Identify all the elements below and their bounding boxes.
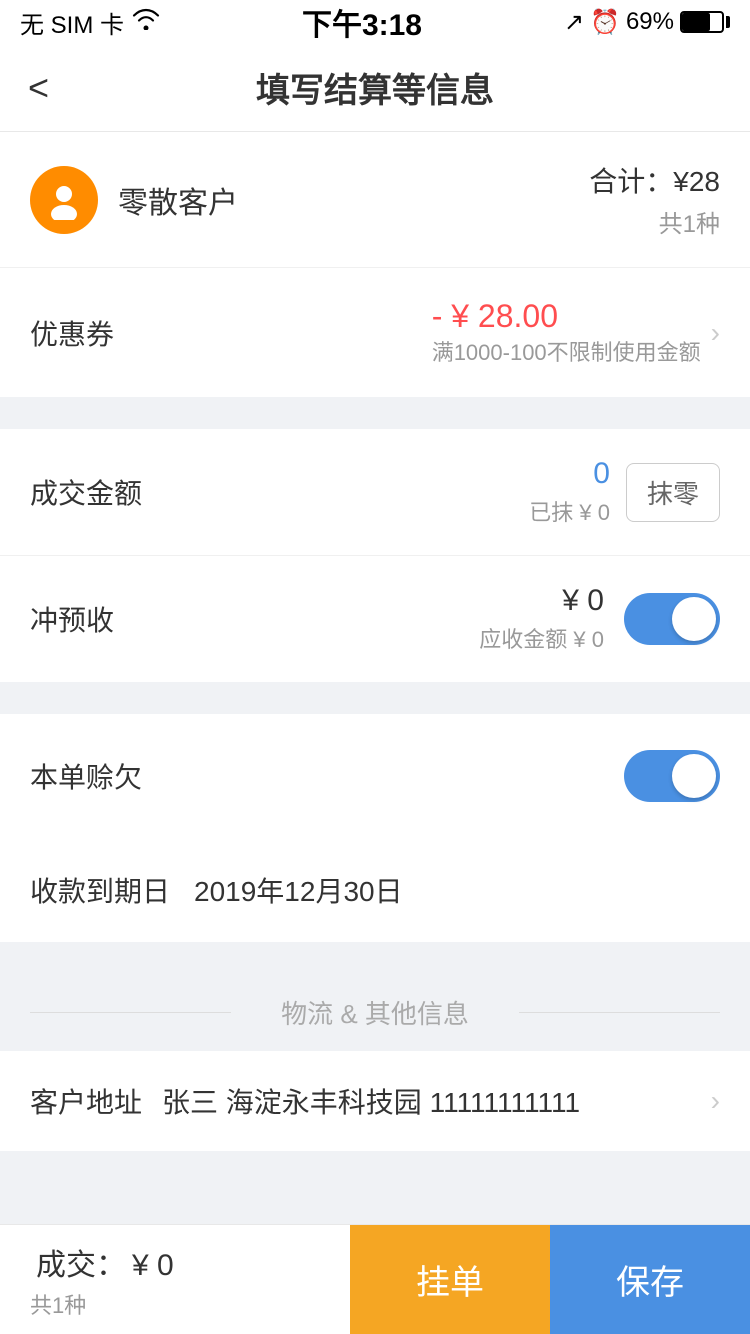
- status-time: 下午3:18: [302, 0, 422, 44]
- coupon-right: - ¥ 28.00 满1000-100不限制使用金额 ›: [432, 298, 720, 367]
- logistics-section-header: 物流 & 其他信息: [0, 974, 750, 1051]
- deal-amount-value: 0: [529, 457, 610, 491]
- customer-row: 零散客户 合计：¥28 共1种: [0, 132, 750, 267]
- coupon-amount: - ¥ 28.00: [432, 298, 701, 335]
- deal-amount-label: 成交金额: [30, 472, 142, 512]
- address-row[interactable]: 客户地址 张三 海淀永丰科技园 11111111111 ›: [0, 1051, 750, 1151]
- bottom-bar: 成交：¥ 0 共1种 挂单 保存: [0, 1224, 750, 1334]
- due-date-row: 收款到期日 2019年12月30日: [0, 838, 750, 942]
- customer-right: 合计：¥28 共1种: [589, 160, 720, 239]
- mo-ling-button[interactable]: 抹零: [626, 463, 720, 522]
- chong-col: ¥ 0 应收金额 ¥ 0: [479, 584, 604, 654]
- nav-bar: < 填写结算等信息: [0, 44, 750, 132]
- section-divider-2: [0, 698, 750, 714]
- status-left: 无 SIM 卡: [20, 5, 160, 40]
- customer-count: 共1种: [589, 204, 720, 239]
- status-right: ↗ ⏰ 69%: [564, 8, 730, 37]
- bottom-deal-text: 成交：¥ 0: [30, 1240, 320, 1284]
- back-button[interactable]: <: [28, 67, 49, 109]
- bottom-count: 共1种: [30, 1288, 320, 1320]
- location-icon: ↗: [564, 8, 584, 37]
- due-date-value: 2019年12月30日: [194, 870, 403, 910]
- deal-amount-sub: 已抹 ¥ 0: [529, 495, 610, 527]
- due-date-label: 收款到期日: [30, 870, 170, 910]
- deal-amount-col: 0 已抹 ¥ 0: [529, 457, 610, 527]
- chong-yushou-label: 冲预收: [30, 599, 114, 639]
- alarm-icon: ⏰: [590, 8, 620, 37]
- hang-button[interactable]: 挂单: [350, 1225, 550, 1334]
- coupon-row[interactable]: 优惠券 - ¥ 28.00 满1000-100不限制使用金额 ›: [0, 267, 750, 397]
- section-divider-1: [0, 413, 750, 429]
- battery-percent: 69%: [626, 8, 674, 36]
- chong-amount: ¥ 0: [479, 584, 604, 618]
- wifi-icon: [132, 8, 160, 37]
- bottom-deal-amount: ¥ 0: [132, 1249, 174, 1282]
- sheqian-section: 本单赊欠 收款到期日 2019年12月30日: [0, 714, 750, 942]
- chong-right: ¥ 0 应收金额 ¥ 0: [479, 584, 720, 654]
- avatar: [30, 166, 98, 234]
- coupon-details: - ¥ 28.00 满1000-100不限制使用金额: [432, 298, 701, 367]
- chong-yushou-toggle[interactable]: [624, 593, 720, 645]
- carrier-text: 无 SIM 卡: [20, 5, 124, 40]
- toggle-knob: [672, 597, 716, 641]
- address-section: 客户地址 张三 海淀永丰科技园 11111111111 ›: [0, 1051, 750, 1151]
- deal-amount-row: 成交金额 0 已抹 ¥ 0 抹零: [0, 429, 750, 556]
- sheqian-toggle-knob: [672, 754, 716, 798]
- address-label: 客户地址: [30, 1081, 142, 1121]
- section-divider-3: [0, 958, 750, 974]
- logistics-line-right: [519, 1012, 720, 1013]
- coupon-label: 优惠券: [30, 313, 114, 353]
- address-value: 张三 海淀永丰科技园 11111111111: [162, 1081, 711, 1121]
- deal-amount-right: 0 已抹 ¥ 0 抹零: [529, 457, 720, 527]
- customer-name: 零散客户: [118, 178, 238, 222]
- customer-section: 零散客户 合计：¥28 共1种 优惠券 - ¥ 28.00 满1000-100不…: [0, 132, 750, 397]
- status-bar: 无 SIM 卡 下午3:18 ↗ ⏰ 69%: [0, 0, 750, 44]
- coupon-chevron-icon: ›: [711, 317, 720, 349]
- deal-section: 成交金额 0 已抹 ¥ 0 抹零 冲预收 ¥ 0 应收金额 ¥ 0: [0, 429, 750, 682]
- sheqian-row: 本单赊欠: [0, 714, 750, 838]
- coupon-desc: 满1000-100不限制使用金额: [432, 335, 701, 367]
- customer-left: 零散客户: [30, 166, 238, 234]
- customer-total: 合计：¥28: [589, 160, 720, 200]
- logistics-line-left: [30, 1012, 231, 1013]
- save-button[interactable]: 保存: [550, 1225, 750, 1334]
- chong-sub: 应收金额 ¥ 0: [479, 622, 604, 654]
- bottom-info: 成交：¥ 0 共1种: [0, 1240, 350, 1320]
- sheqian-toggle[interactable]: [624, 750, 720, 802]
- page-title: 填写结算等信息: [256, 63, 494, 112]
- logistics-label: 物流 & 其他信息: [281, 994, 469, 1031]
- address-chevron-icon: ›: [711, 1085, 720, 1117]
- sheqian-label: 本单赊欠: [30, 756, 142, 796]
- battery-icon: [680, 11, 730, 33]
- chong-yushou-row: 冲预收 ¥ 0 应收金额 ¥ 0: [0, 556, 750, 682]
